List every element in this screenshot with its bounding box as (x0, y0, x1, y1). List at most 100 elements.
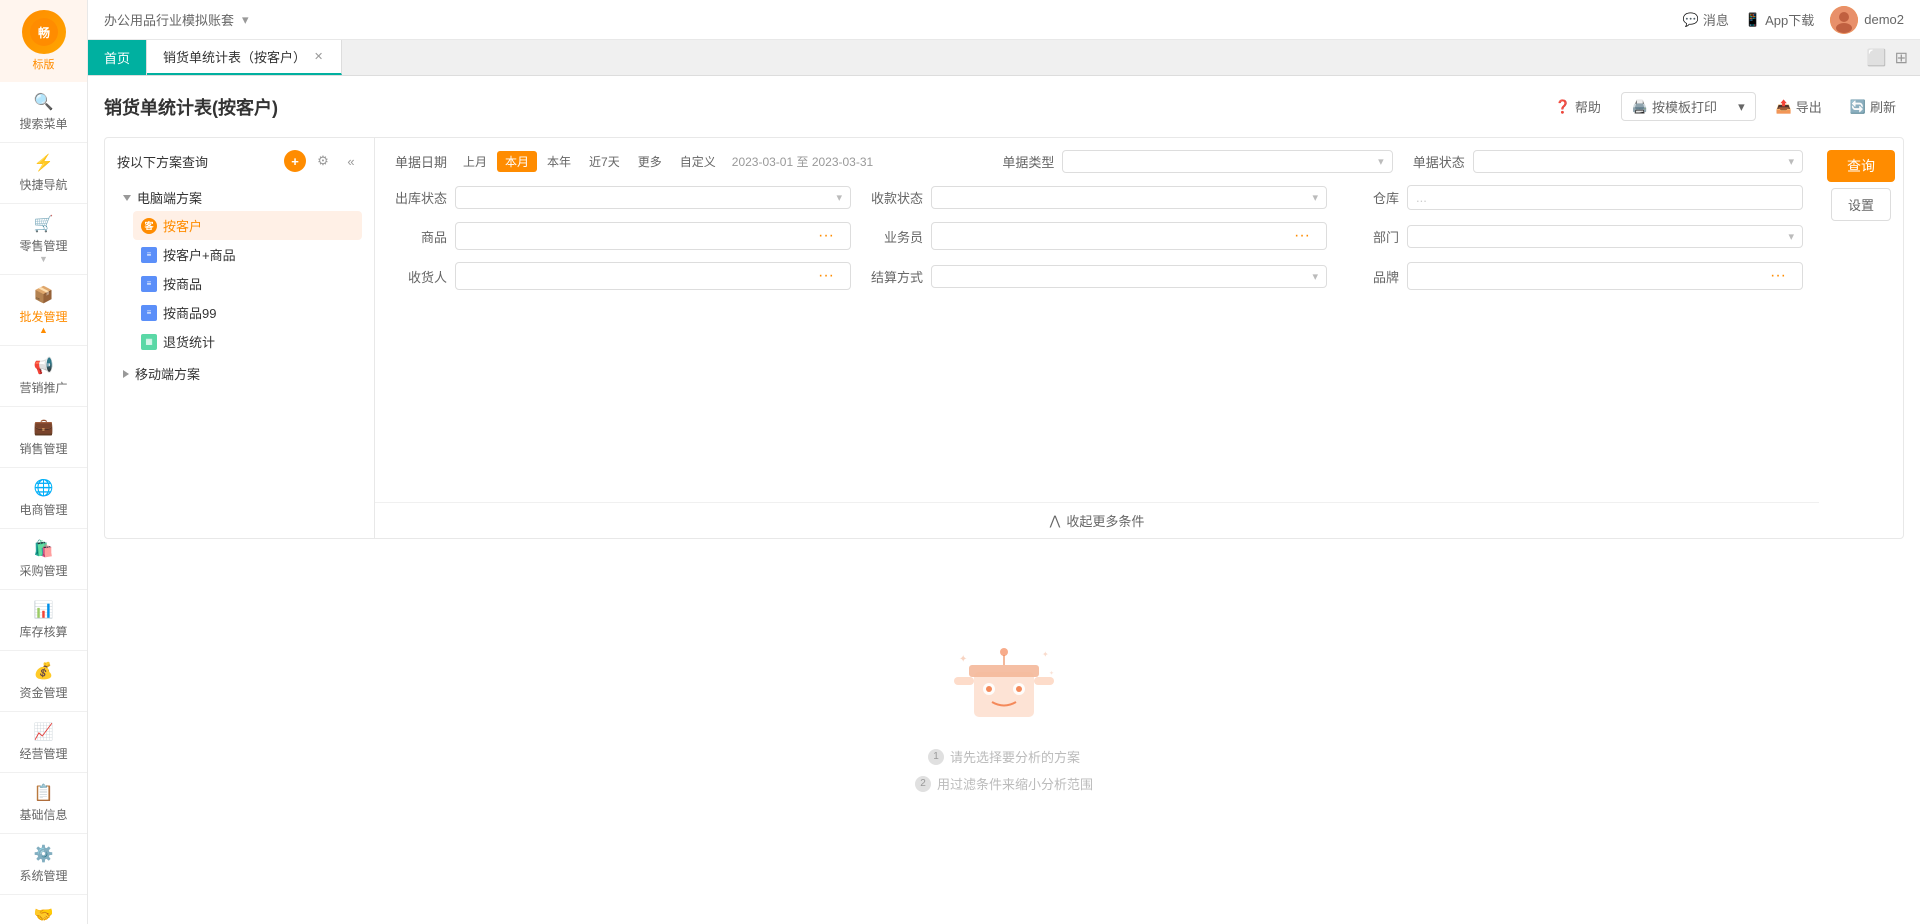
date-tab-last-month[interactable]: 上月 (455, 151, 495, 172)
sidebar-item-marketing[interactable]: 📢 营销推广 (0, 346, 87, 407)
sidebar-item-search[interactable]: 🔍 搜索菜单 (0, 82, 87, 143)
export-btn[interactable]: 📤 导出 (1768, 93, 1830, 120)
sidebar-item-ecommerce[interactable]: 🌐 电商管理 (0, 468, 87, 529)
settings-scheme-btn[interactable]: ⚙ (312, 150, 334, 172)
query-btn[interactable]: 查询 (1827, 150, 1895, 182)
filter-main: 单据日期 上月 本月 本年 近7天 更多 自定义 (375, 138, 1819, 498)
tab-maximize-btn[interactable]: ⊞ (1895, 48, 1908, 68)
scheme-by-goods-99[interactable]: ≡ 按商品99 (133, 298, 362, 327)
print-dropdown-btn[interactable]: ▾ (1728, 95, 1755, 119)
tab-sales-stat[interactable]: 销货单统计表（按客户） ✕ (147, 40, 342, 75)
sidebar-item-retail[interactable]: 🛒 零售管理 ▼ (0, 204, 87, 275)
sidebar-item-label: 系统管理 (19, 867, 67, 884)
sidebar-item-finance[interactable]: 💰 资金管理 (0, 651, 87, 712)
ecommerce-icon: 🌐 (34, 478, 54, 498)
collapse-bar[interactable]: ⋀ 收起更多条件 (375, 502, 1819, 538)
retail-icon: 🛒 (34, 214, 54, 234)
svg-text:✦: ✦ (1049, 670, 1054, 677)
sidebar-item-system[interactable]: ⚙️ 系统管理 (0, 834, 87, 895)
sidebar-item-label: 批发管理 (19, 308, 67, 325)
bill-status-caret: ▾ (1788, 155, 1794, 168)
desktop-group-header[interactable]: 电脑端方案 (117, 184, 362, 211)
warehouse-label: 仓库 (1343, 188, 1399, 207)
brand-label: 品牌 (1343, 267, 1399, 286)
goods-label: 商品 (391, 227, 447, 246)
scheme-by-customer[interactable]: 客 按客户 (133, 211, 362, 240)
sidebar-logo[interactable]: 畅 标版 (0, 0, 87, 82)
salesman-select[interactable]: ··· (931, 222, 1327, 250)
user-menu-btn[interactable]: demo2 (1830, 6, 1904, 34)
goods-more-btn[interactable]: ··· (810, 227, 842, 245)
scheme-by-customer-goods[interactable]: ≡ 按客户+商品 (133, 240, 362, 269)
bill-type-caret: ▾ (1378, 155, 1384, 168)
receipt-status-filter-item: 收款状态 ▾ (867, 186, 1327, 209)
salesman-more-btn[interactable]: ··· (1286, 227, 1318, 245)
sidebar-item-sales[interactable]: 💼 销售管理 (0, 407, 87, 468)
date-tab-custom[interactable]: 自定义 (672, 151, 724, 172)
messages-btn[interactable]: 💬 消息 (1683, 10, 1729, 29)
sidebar-item-label: 库存核算 (19, 623, 67, 640)
sidebar-item-basic[interactable]: 📋 基础信息 (0, 773, 87, 834)
app-download-label: App下载 (1765, 10, 1814, 29)
settings-btn[interactable]: 设置 (1831, 188, 1891, 221)
username-label: demo2 (1864, 12, 1904, 27)
dept-select[interactable]: ▾ (1407, 225, 1803, 248)
sidebar-item-inventory[interactable]: 📊 库存核算 (0, 590, 87, 651)
sidebar-item-operations[interactable]: 📈 经营管理 (0, 712, 87, 773)
date-tab-more[interactable]: 更多 (630, 151, 670, 172)
sidebar-item-label: 采购管理 (19, 562, 67, 579)
app-download-btn[interactable]: 📱 App下载 (1745, 10, 1814, 29)
date-tab-this-month[interactable]: 本月 (497, 151, 537, 172)
scheme-by-customer-label: 按客户 (163, 216, 202, 235)
print-btn[interactable]: 🖨️ 按模板打印 (1622, 93, 1727, 120)
add-scheme-btn[interactable]: + (284, 150, 306, 172)
marketing-icon: 📢 (34, 356, 54, 376)
brand-more-btn[interactable]: ··· (1762, 267, 1794, 285)
sidebar-item-enterprise[interactable]: 🤝 企业协同 (0, 895, 87, 924)
receiver-label: 收货人 (391, 267, 447, 286)
receipt-status-select[interactable]: ▾ (931, 186, 1327, 209)
tab-home[interactable]: 首页 (88, 40, 147, 75)
filter-row-2: 出库状态 ▾ 收款状态 ▾ (391, 185, 1803, 210)
settlement-select[interactable]: ▾ (931, 265, 1327, 288)
date-control: 上月 本月 本年 近7天 更多 自定义 2023-03-01 至 2023-03… (455, 151, 982, 172)
help-btn[interactable]: ❓ 帮助 (1547, 93, 1609, 120)
sidebar-item-quick[interactable]: ⚡ 快捷导航 (0, 143, 87, 204)
sidebar-item-purchase[interactable]: 🛍️ 采购管理 (0, 529, 87, 590)
refresh-btn[interactable]: 🔄 刷新 (1842, 93, 1904, 120)
topbar: 办公用品行业模拟账套 ▾ 💬 消息 📱 App下载 demo2 (88, 0, 1920, 40)
mobile-group-header[interactable]: 移动端方案 (117, 360, 362, 387)
sidebar-item-label: 搜索菜单 (19, 115, 67, 132)
main-area: 办公用品行业模拟账套 ▾ 💬 消息 📱 App下载 demo2 首页 (88, 0, 1920, 924)
bill-status-select[interactable]: ▾ (1473, 150, 1803, 173)
hint-num-1: 1 (928, 749, 944, 765)
date-tab-7days[interactable]: 近7天 (581, 151, 628, 172)
bill-status-label: 单据状态 (1409, 152, 1465, 171)
warehouse-select[interactable]: ... (1407, 185, 1803, 210)
desktop-scheme-group: 电脑端方案 客 按客户 ≡ 按客户+商品 (117, 184, 362, 356)
industry-dropdown-icon[interactable]: ▾ (242, 12, 249, 28)
sidebar-item-wholesale[interactable]: 📦 批发管理 ▲ (0, 275, 87, 346)
goods-filter-item: 商品 ··· (391, 222, 851, 250)
scheme-by-goods[interactable]: ≡ 按商品 (133, 269, 362, 298)
scheme-by-customer-goods-icon: ≡ (141, 247, 157, 263)
scheme-by-goods-icon: ≡ (141, 276, 157, 292)
enterprise-icon: 🤝 (34, 905, 54, 924)
tab-close-btn[interactable]: ✕ (312, 50, 325, 63)
receiver-select[interactable]: ··· (455, 262, 851, 290)
print-btn-split: 🖨️ 按模板打印 ▾ (1621, 92, 1756, 121)
bill-type-select[interactable]: ▾ (1062, 150, 1392, 173)
goods-select[interactable]: ··· (455, 222, 851, 250)
scheme-refund-stat[interactable]: ▦ 退货统计 (133, 327, 362, 356)
basic-icon: 📋 (34, 783, 54, 803)
date-tab-this-year[interactable]: 本年 (539, 151, 579, 172)
page-actions: ❓ 帮助 🖨️ 按模板打印 ▾ 📤 导出 (1547, 92, 1904, 121)
out-status-select[interactable]: ▾ (455, 186, 851, 209)
receiver-more-btn[interactable]: ··· (810, 267, 842, 285)
brand-select[interactable]: ··· (1407, 262, 1803, 290)
tab-minimize-btn[interactable]: ⬜ (1867, 48, 1887, 68)
collapse-scheme-btn[interactable]: « (340, 150, 362, 172)
sidebar-item-label: 销售管理 (19, 440, 67, 457)
sidebar-item-label: 快捷导航 (19, 176, 67, 193)
scheme-refund-stat-icon: ▦ (141, 334, 157, 350)
